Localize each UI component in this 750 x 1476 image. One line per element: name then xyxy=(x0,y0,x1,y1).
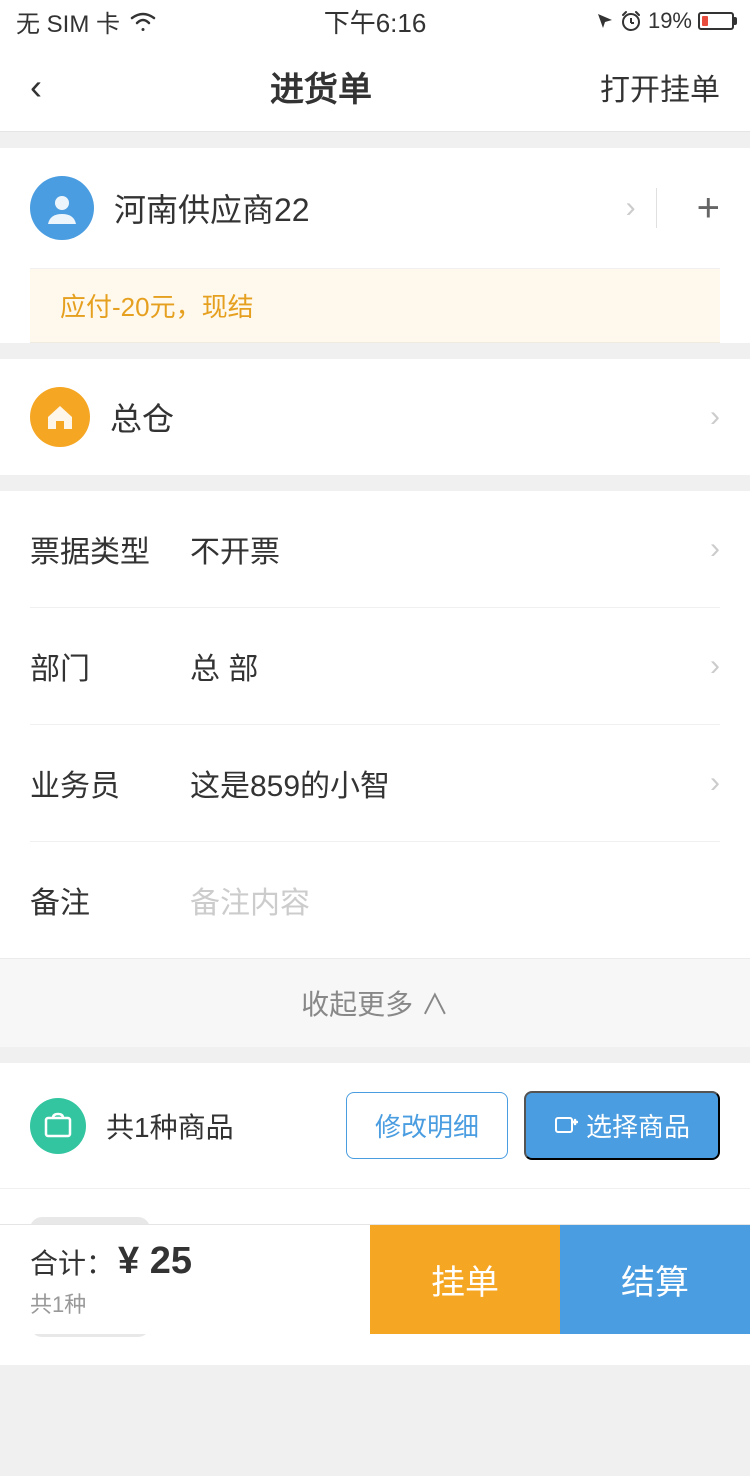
select-product-label: 选择商品 xyxy=(586,1107,690,1144)
footer-total: 合计： ¥ 25 共1种 xyxy=(0,1225,370,1334)
department-row[interactable]: 部门 总 部 › xyxy=(30,608,720,725)
select-product-button[interactable]: 选择商品 xyxy=(524,1091,720,1160)
person-icon xyxy=(44,190,80,226)
footer: 合计： ¥ 25 共1种 挂单 结算 xyxy=(0,1224,750,1334)
battery-text: 19% xyxy=(648,8,692,34)
gap-4 xyxy=(0,1047,750,1063)
page-title: 进货单 xyxy=(270,62,372,111)
open-pending-button[interactable]: 打开挂单 xyxy=(600,65,720,109)
supplier-row[interactable]: 河南供应商22 › + xyxy=(30,148,720,269)
supplier-chevron-icon: › xyxy=(626,191,636,225)
gap-2 xyxy=(0,343,750,359)
supplier-avatar xyxy=(30,176,94,240)
ticket-label: 票据类型 xyxy=(30,527,170,571)
footer-total-label: 合计： xyxy=(30,1242,114,1282)
ticket-value: 不开票 xyxy=(170,527,710,571)
add-supplier-button[interactable]: + xyxy=(697,186,720,231)
location-icon xyxy=(596,12,614,30)
status-bar: 无 SIM 卡 下午6:16 19% xyxy=(0,0,750,42)
supplier-section: 河南供应商22 › + 应付-20元，现结 xyxy=(0,148,750,343)
cart-icon xyxy=(42,1110,74,1142)
department-value: 总 部 xyxy=(170,644,710,688)
gap-3 xyxy=(0,475,750,491)
settle-button[interactable]: 结算 xyxy=(560,1225,750,1334)
alarm-icon xyxy=(620,10,642,32)
gap-1 xyxy=(0,132,750,148)
wifi-icon xyxy=(128,10,158,32)
footer-total-amount: ¥ 25 xyxy=(118,1240,192,1283)
house-icon xyxy=(44,401,76,433)
supplier-notice: 应付-20元，现结 xyxy=(30,269,720,343)
salesperson-chevron-icon: › xyxy=(710,766,720,800)
warehouse-row[interactable]: 总仓 › xyxy=(30,359,720,475)
remark-input[interactable]: 备注内容 xyxy=(170,878,720,922)
warehouse-icon xyxy=(30,387,90,447)
pending-button[interactable]: 挂单 xyxy=(370,1225,560,1334)
carrier-text: 无 SIM 卡 xyxy=(16,4,120,39)
department-label: 部门 xyxy=(30,644,170,688)
footer-sub-text: 共1种 xyxy=(30,1287,340,1319)
battery-icon xyxy=(698,12,734,30)
edit-detail-button[interactable]: 修改明细 xyxy=(346,1092,508,1159)
product-header: 共1种商品 修改明细 选择商品 xyxy=(0,1063,750,1189)
ticket-row[interactable]: 票据类型 不开票 › xyxy=(30,491,720,608)
department-chevron-icon: › xyxy=(710,649,720,683)
form-section: 票据类型 不开票 › 部门 总 部 › 业务员 这是859的小智 › 备注 备注… xyxy=(0,491,750,958)
product-count-text: 共1种商品 xyxy=(106,1106,346,1146)
nav-bar: ‹ 进货单 打开挂单 xyxy=(0,42,750,132)
status-bar-left: 无 SIM 卡 xyxy=(16,4,158,39)
status-bar-right: 19% xyxy=(596,8,734,34)
warehouse-section: 总仓 › xyxy=(0,359,750,475)
back-button[interactable]: ‹ xyxy=(30,66,42,108)
ticket-chevron-icon: › xyxy=(710,532,720,566)
supplier-divider xyxy=(656,188,657,228)
status-bar-time: 下午6:16 xyxy=(324,3,427,40)
supplier-name: 河南供应商22 xyxy=(114,185,626,231)
select-product-icon xyxy=(554,1114,578,1138)
remark-row[interactable]: 备注 备注内容 xyxy=(30,842,720,958)
salesperson-row[interactable]: 业务员 这是859的小智 › xyxy=(30,725,720,842)
warehouse-chevron-icon: › xyxy=(710,400,720,434)
product-count-icon xyxy=(30,1098,86,1154)
salesperson-label: 业务员 xyxy=(30,761,170,805)
remark-label: 备注 xyxy=(30,878,170,922)
collapse-bar[interactable]: 收起更多 ∧ xyxy=(0,958,750,1047)
collapse-label: 收起更多 ∧ xyxy=(301,989,449,1020)
footer-spacer xyxy=(0,1366,750,1476)
warehouse-name: 总仓 xyxy=(110,394,710,440)
salesperson-value: 这是859的小智 xyxy=(170,761,710,805)
